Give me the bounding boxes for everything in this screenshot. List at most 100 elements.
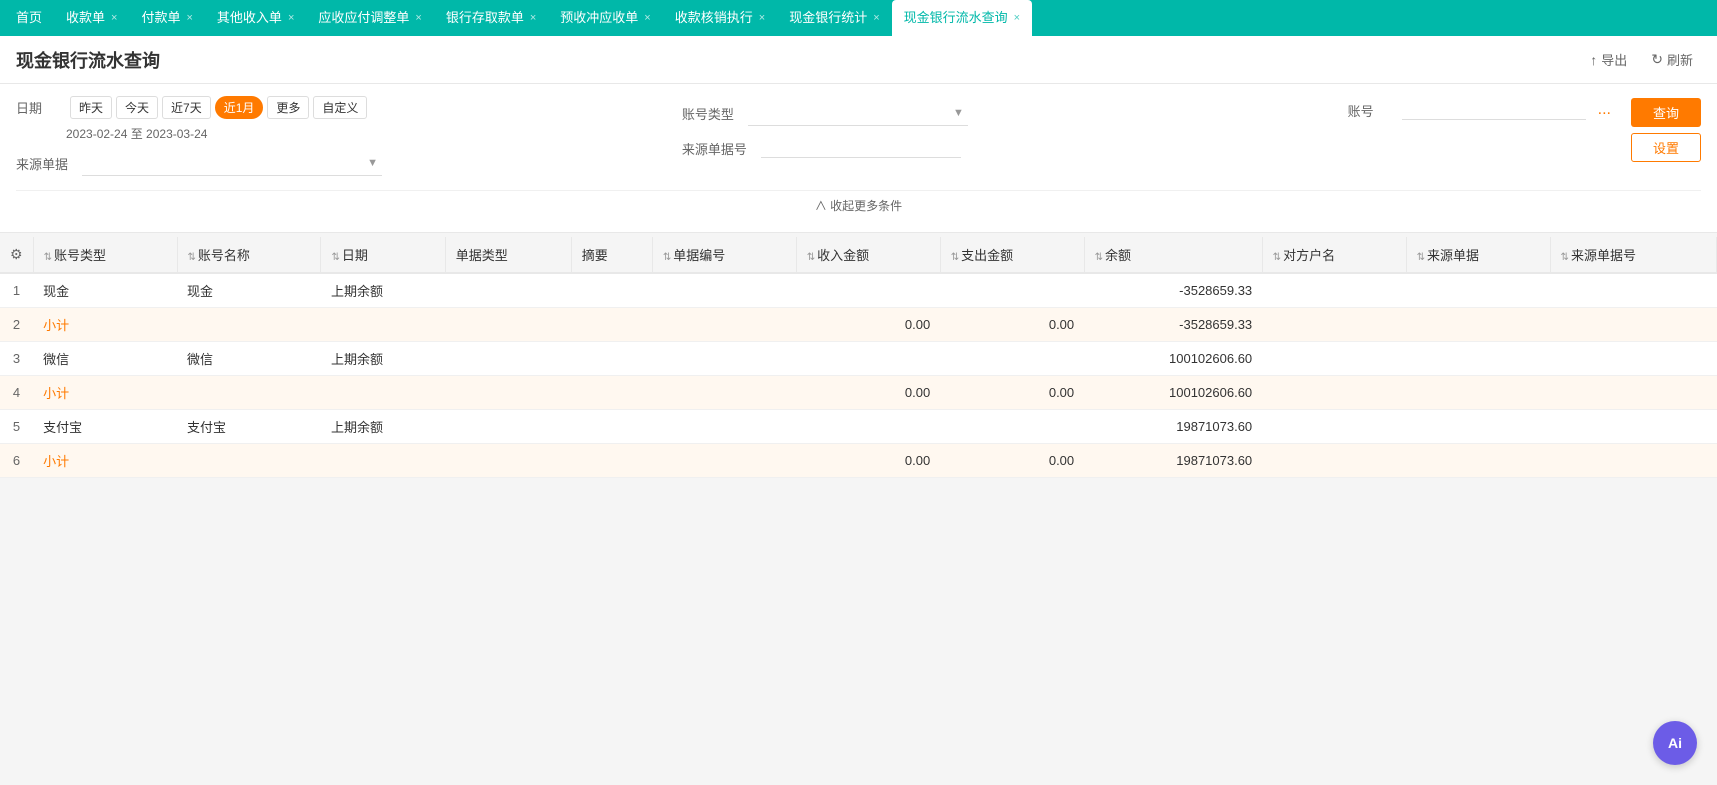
cell-doc-no	[652, 444, 796, 478]
header-actions: ↑ 导出 ↻ 刷新	[1582, 46, 1701, 73]
table-settings-col: ⚙	[0, 237, 33, 273]
col-source-doc: ⇅来源单据	[1406, 237, 1550, 273]
table-row[interactable]: 5 支付宝 支付宝 上期余额 19871073.60	[0, 410, 1717, 444]
col-balance: ⇅余额	[1084, 237, 1262, 273]
nav-bank-stats[interactable]: 现金银行统计 ×	[777, 0, 891, 36]
cell-doc-no	[652, 376, 796, 410]
nav-payment[interactable]: 付款单 ×	[129, 0, 204, 36]
col-doc-type: 单据类型	[445, 237, 571, 273]
cell-source-doc-no	[1550, 410, 1716, 444]
cell-date: 上期余额	[321, 342, 445, 376]
query-button[interactable]: 查询	[1631, 98, 1701, 127]
refresh-icon: ↻	[1651, 51, 1663, 68]
source-doc-row: 来源单据 ▼	[16, 150, 666, 176]
nav-cash-bank-flow[interactable]: 现金银行流水查询 ×	[892, 0, 1032, 36]
nav-other-income-close[interactable]: ×	[288, 0, 294, 36]
settings-button[interactable]: 设置	[1631, 133, 1701, 162]
ai-button[interactable]: Ai	[1653, 721, 1697, 765]
cell-source-doc	[1406, 376, 1550, 410]
cell-account-name: 现金	[177, 273, 321, 308]
cell-income: 0.00	[796, 444, 940, 478]
date-more[interactable]: 更多	[267, 96, 309, 119]
nav-other-income[interactable]: 其他收入单 ×	[205, 0, 306, 36]
refresh-button[interactable]: ↻ 刷新	[1643, 46, 1701, 73]
date-yesterday[interactable]: 昨天	[70, 96, 112, 119]
cell-doc-type	[445, 273, 571, 308]
collapse-bar[interactable]: ∧ 收起更多条件	[16, 190, 1701, 220]
nav-adjustment-close[interactable]: ×	[415, 0, 421, 36]
source-doc-select[interactable]: ▼	[82, 150, 382, 176]
nav-writeoff-close[interactable]: ×	[759, 0, 765, 36]
cell-account-type: 小计	[33, 376, 177, 410]
col-counterpart: ⇅对方户名	[1262, 237, 1406, 273]
cell-expense: 0.00	[940, 376, 1084, 410]
cell-expense	[940, 410, 1084, 444]
cell-source-doc-no	[1550, 444, 1716, 478]
cell-account-name	[177, 376, 321, 410]
cell-balance: 100102606.60	[1084, 376, 1262, 410]
cell-account-type: 小计	[33, 444, 177, 478]
page-title: 现金银行流水查询	[16, 47, 160, 73]
table-row[interactable]: 3 微信 微信 上期余额 100102606.60	[0, 342, 1717, 376]
nav-bank-deposit-close[interactable]: ×	[530, 0, 536, 36]
table-row[interactable]: 6 小计 0.00 0.00 19871073.60	[0, 444, 1717, 478]
cell-summary	[571, 342, 652, 376]
cell-counterpart	[1262, 273, 1406, 308]
source-doc-no-input[interactable]	[761, 138, 961, 158]
col-doc-no: ⇅单据编号	[652, 237, 796, 273]
cell-date	[321, 444, 445, 478]
cell-account-type: 现金	[33, 273, 177, 308]
cell-doc-no	[652, 273, 796, 308]
cell-account-name: 微信	[177, 342, 321, 376]
row-num: 4	[0, 376, 33, 410]
cell-account-type: 支付宝	[33, 410, 177, 444]
nav-receipt-close[interactable]: ×	[111, 0, 117, 36]
table-row[interactable]: 2 小计 0.00 0.00 -3528659.33	[0, 308, 1717, 342]
account-label: 账号	[1348, 101, 1388, 120]
row-num: 2	[0, 308, 33, 342]
source-doc-label: 来源单据	[16, 154, 68, 173]
cell-balance: 19871073.60	[1084, 444, 1262, 478]
cell-summary	[571, 444, 652, 478]
cell-counterpart	[1262, 342, 1406, 376]
cell-summary	[571, 273, 652, 308]
data-table-container: ⚙ ⇅账号类型 ⇅账号名称 ⇅日期 单据类型 摘要 ⇅单据编号 ⇅收入金额 ⇅支…	[0, 237, 1717, 478]
cell-date	[321, 308, 445, 342]
table-settings-icon[interactable]: ⚙	[10, 246, 23, 262]
cell-balance: 19871073.60	[1084, 410, 1262, 444]
nav-adjustment[interactable]: 应收应付调整单 ×	[306, 0, 433, 36]
nav-receipt[interactable]: 收款单 ×	[54, 0, 129, 36]
nav-home[interactable]: 首页	[4, 0, 54, 36]
account-row: 账号 ...	[1348, 100, 1615, 120]
date-today[interactable]: 今天	[116, 96, 158, 119]
table-row[interactable]: 4 小计 0.00 0.00 100102606.60	[0, 376, 1717, 410]
nav-advance-receipt-close[interactable]: ×	[644, 0, 650, 36]
nav-advance-receipt[interactable]: 预收冲应收单 ×	[548, 0, 662, 36]
date-7days[interactable]: 近7天	[162, 96, 211, 119]
cell-doc-type	[445, 410, 571, 444]
account-ellipsis[interactable]: ...	[1594, 101, 1615, 119]
export-button[interactable]: ↑ 导出	[1582, 46, 1635, 73]
nav-cash-bank-flow-close[interactable]: ×	[1014, 0, 1020, 36]
cell-account-type: 微信	[33, 342, 177, 376]
cell-account-type: 小计	[33, 308, 177, 342]
date-1month[interactable]: 近1月	[215, 96, 264, 119]
nav-writeoff[interactable]: 收款核销执行 ×	[663, 0, 777, 36]
cell-source-doc-no	[1550, 273, 1716, 308]
nav-payment-close[interactable]: ×	[186, 0, 192, 36]
nav-bank-stats-close[interactable]: ×	[873, 0, 879, 36]
account-type-select[interactable]: ▼	[748, 100, 968, 126]
account-input[interactable]	[1402, 100, 1586, 120]
table-row[interactable]: 1 现金 现金 上期余额 -3528659.33	[0, 273, 1717, 308]
nav-bank-deposit[interactable]: 银行存取款单 ×	[434, 0, 548, 36]
row-num: 3	[0, 342, 33, 376]
cell-counterpart	[1262, 444, 1406, 478]
date-custom[interactable]: 自定义	[313, 96, 367, 119]
cell-source-doc-no	[1550, 308, 1716, 342]
cell-balance: 100102606.60	[1084, 342, 1262, 376]
cell-source-doc	[1406, 444, 1550, 478]
export-icon: ↑	[1590, 52, 1597, 68]
collapse-up-icon: ∧	[815, 199, 830, 213]
col-income: ⇅收入金额	[796, 237, 940, 273]
source-doc-no-label: 来源单据号	[682, 139, 747, 158]
